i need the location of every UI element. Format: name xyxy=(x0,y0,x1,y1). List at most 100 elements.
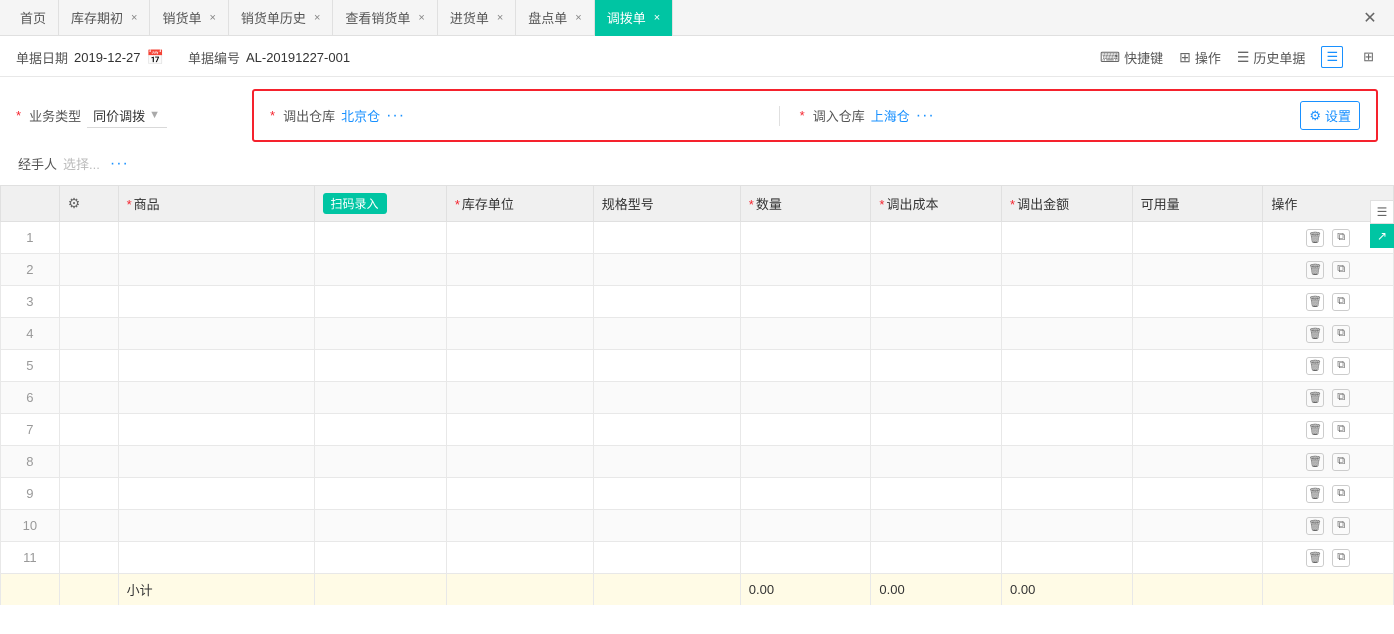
layout-btn-1[interactable]: ☰ xyxy=(1321,46,1343,68)
tab-sales-history[interactable]: 销货单历史 × xyxy=(229,0,333,36)
row-amount-6[interactable] xyxy=(1002,382,1133,414)
tab-sales-history-close[interactable]: × xyxy=(314,12,320,24)
row-amount-8[interactable] xyxy=(1002,446,1133,478)
row-product-11[interactable] xyxy=(118,542,314,574)
col-settings-header[interactable]: ⚙ xyxy=(59,186,118,222)
tab-purchase-order-close[interactable]: × xyxy=(497,12,503,24)
delete-icon-11[interactable]: 🗑 xyxy=(1306,549,1324,567)
row-spec-6[interactable] xyxy=(593,382,740,414)
row-spec-8[interactable] xyxy=(593,446,740,478)
layout-btn-2[interactable]: ⊞ xyxy=(1359,47,1378,67)
row-spec-9[interactable] xyxy=(593,478,740,510)
tab-home[interactable]: 首页 xyxy=(8,0,59,36)
row-spec-1[interactable] xyxy=(593,222,740,254)
row-unit-1[interactable] xyxy=(446,222,593,254)
row-unit-5[interactable] xyxy=(446,350,593,382)
delete-icon-2[interactable]: 🗑 xyxy=(1306,261,1324,279)
delete-icon-4[interactable]: 🗑 xyxy=(1306,325,1324,343)
table-settings-icon[interactable]: ⚙ xyxy=(68,195,81,211)
row-qty-3[interactable] xyxy=(740,286,871,318)
delete-icon-6[interactable]: 🗑 xyxy=(1306,389,1324,407)
row-cost-11[interactable] xyxy=(871,542,1002,574)
tab-view-sales-close[interactable]: × xyxy=(418,12,424,24)
copy-icon-2[interactable]: ⧉ xyxy=(1332,261,1350,279)
tab-transfer-order[interactable]: 调拨单 × xyxy=(595,0,673,36)
copy-icon-6[interactable]: ⧉ xyxy=(1332,389,1350,407)
row-amount-11[interactable] xyxy=(1002,542,1133,574)
row-qty-11[interactable] xyxy=(740,542,871,574)
row-qty-4[interactable] xyxy=(740,318,871,350)
history-action[interactable]: ☰ 历史单据 xyxy=(1237,48,1306,67)
copy-icon-9[interactable]: ⧉ xyxy=(1332,485,1350,503)
row-unit-10[interactable] xyxy=(446,510,593,542)
copy-icon-5[interactable]: ⧉ xyxy=(1332,357,1350,375)
scan-button[interactable]: 扫码录入 xyxy=(323,193,387,214)
warehouse-out-more[interactable]: ··· xyxy=(386,107,405,125)
row-qty-1[interactable] xyxy=(740,222,871,254)
row-amount-7[interactable] xyxy=(1002,414,1133,446)
row-cost-7[interactable] xyxy=(871,414,1002,446)
warehouse-in-more[interactable]: ··· xyxy=(916,107,935,125)
row-qty-7[interactable] xyxy=(740,414,871,446)
row-qty-5[interactable] xyxy=(740,350,871,382)
delete-icon-5[interactable]: 🗑 xyxy=(1306,357,1324,375)
row-amount-5[interactable] xyxy=(1002,350,1133,382)
row-spec-2[interactable] xyxy=(593,254,740,286)
row-product-3[interactable] xyxy=(118,286,314,318)
row-unit-7[interactable] xyxy=(446,414,593,446)
row-spec-10[interactable] xyxy=(593,510,740,542)
warehouse-settings-btn[interactable]: ⚙ 设置 xyxy=(1300,101,1360,130)
copy-icon-10[interactable]: ⧉ xyxy=(1332,517,1350,535)
row-unit-6[interactable] xyxy=(446,382,593,414)
row-amount-4[interactable] xyxy=(1002,318,1133,350)
copy-icon-7[interactable]: ⧉ xyxy=(1332,421,1350,439)
row-qty-2[interactable] xyxy=(740,254,871,286)
row-cost-4[interactable] xyxy=(871,318,1002,350)
delete-icon-8[interactable]: 🗑 xyxy=(1306,453,1324,471)
sidebar-expand-icon[interactable]: ↗ xyxy=(1370,224,1394,248)
delete-icon-7[interactable]: 🗑 xyxy=(1306,421,1324,439)
row-cost-9[interactable] xyxy=(871,478,1002,510)
business-type-select[interactable]: 同价调拨 ▼ xyxy=(87,104,167,128)
row-cost-3[interactable] xyxy=(871,286,1002,318)
row-spec-7[interactable] xyxy=(593,414,740,446)
delete-icon-10[interactable]: 🗑 xyxy=(1306,517,1324,535)
tab-inventory-init[interactable]: 库存期初 × xyxy=(59,0,150,36)
manager-select[interactable]: 选择... xyxy=(63,154,100,173)
manager-more[interactable]: ··· xyxy=(110,155,129,173)
row-qty-10[interactable] xyxy=(740,510,871,542)
row-unit-9[interactable] xyxy=(446,478,593,510)
row-amount-2[interactable] xyxy=(1002,254,1133,286)
row-qty-8[interactable] xyxy=(740,446,871,478)
row-unit-8[interactable] xyxy=(446,446,593,478)
row-qty-6[interactable] xyxy=(740,382,871,414)
row-amount-3[interactable] xyxy=(1002,286,1133,318)
operate-action[interactable]: ⊞ 操作 xyxy=(1179,48,1221,67)
copy-icon-4[interactable]: ⧉ xyxy=(1332,325,1350,343)
sidebar-list-icon[interactable]: ☰ xyxy=(1370,200,1394,224)
row-product-7[interactable] xyxy=(118,414,314,446)
row-product-1[interactable] xyxy=(118,222,314,254)
tab-view-sales[interactable]: 查看销货单 × xyxy=(333,0,437,36)
window-close-button[interactable]: ✕ xyxy=(1354,2,1386,34)
row-spec-11[interactable] xyxy=(593,542,740,574)
delete-icon-9[interactable]: 🗑 xyxy=(1306,485,1324,503)
row-cost-5[interactable] xyxy=(871,350,1002,382)
delete-icon-1[interactable]: 🗑 xyxy=(1306,229,1324,247)
row-unit-11[interactable] xyxy=(446,542,593,574)
tab-inventory-count-close[interactable]: × xyxy=(575,12,581,24)
row-cost-1[interactable] xyxy=(871,222,1002,254)
tab-transfer-order-close[interactable]: × xyxy=(654,12,660,24)
row-product-8[interactable] xyxy=(118,446,314,478)
row-unit-2[interactable] xyxy=(446,254,593,286)
row-product-10[interactable] xyxy=(118,510,314,542)
row-amount-9[interactable] xyxy=(1002,478,1133,510)
copy-icon-8[interactable]: ⧉ xyxy=(1332,453,1350,471)
row-cost-2[interactable] xyxy=(871,254,1002,286)
tab-inventory-count[interactable]: 盘点单 × xyxy=(516,0,594,36)
row-spec-4[interactable] xyxy=(593,318,740,350)
tab-purchase-order[interactable]: 进货单 × xyxy=(438,0,516,36)
row-cost-10[interactable] xyxy=(871,510,1002,542)
row-unit-4[interactable] xyxy=(446,318,593,350)
shortcut-action[interactable]: ⌨ 快捷键 xyxy=(1100,48,1163,67)
